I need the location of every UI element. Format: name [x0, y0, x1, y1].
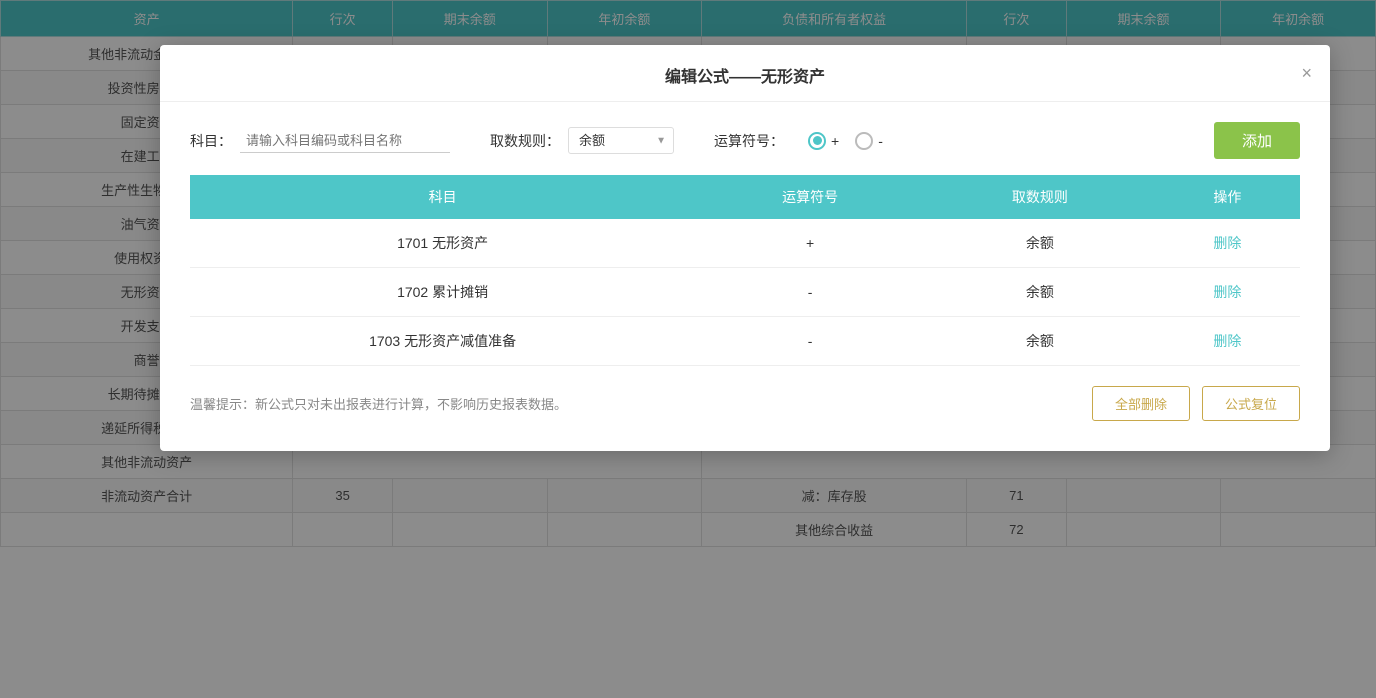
formula-table: 科目 运算符号 取数规则 操作 1701 无形资产 + 余额 删除 1702 累…: [190, 175, 1300, 366]
row1-operator: +: [695, 219, 925, 268]
row2-rule: 余额: [925, 268, 1155, 317]
rule-group: 取数规则： 余额 借方发生额 贷方发生额 借方累计 贷方累计 ▼: [490, 127, 674, 154]
add-button[interactable]: 添加: [1214, 122, 1300, 159]
col-header-action: 操作: [1155, 175, 1300, 219]
row2-action: 删除: [1155, 268, 1300, 317]
formula-table-wrap: 科目 运算符号 取数规则 操作 1701 无形资产 + 余额 删除 1702 累…: [190, 175, 1300, 366]
subject-input[interactable]: [240, 129, 450, 153]
rule-select-wrapper: 余额 借方发生额 贷方发生额 借方累计 贷方累计 ▼: [568, 127, 674, 154]
row1-action: 删除: [1155, 219, 1300, 268]
col-header-subject: 科目: [190, 175, 695, 219]
row1-subject: 1701 无形资产: [190, 219, 695, 268]
radio-minus[interactable]: -: [855, 132, 883, 150]
row1-rule: 余额: [925, 219, 1155, 268]
delete-all-button[interactable]: 全部删除: [1092, 386, 1190, 421]
subject-label: 科目：: [190, 131, 232, 151]
table-row: 1703 无形资产减值准备 - 余额 删除: [190, 317, 1300, 366]
reset-formula-button[interactable]: 公式复位: [1202, 386, 1300, 421]
row3-action: 删除: [1155, 317, 1300, 366]
row2-delete-link[interactable]: 删除: [1213, 284, 1241, 300]
operator-group: 运算符号： + -: [714, 131, 883, 151]
modal-header: 编辑公式——无形资产 ×: [160, 45, 1330, 102]
row2-operator: -: [695, 268, 925, 317]
radio-plus[interactable]: +: [808, 132, 839, 150]
modal-close-button[interactable]: ×: [1301, 64, 1312, 82]
row3-subject: 1703 无形资产减值准备: [190, 317, 695, 366]
row1-delete-link[interactable]: 删除: [1213, 235, 1241, 251]
row2-subject: 1702 累计摊销: [190, 268, 695, 317]
row3-operator: -: [695, 317, 925, 366]
table-row: 1701 无形资产 + 余额 删除: [190, 219, 1300, 268]
modal-footer: 温馨提示：新公式只对未出报表进行计算，不影响历史报表数据。 全部删除 公式复位: [160, 366, 1330, 421]
rule-select[interactable]: 余额 借方发生额 贷方发生额 借方累计 贷方累计: [568, 127, 674, 154]
modal-title: 编辑公式——无形资产: [665, 63, 825, 87]
row3-rule: 余额: [925, 317, 1155, 366]
edit-formula-modal: 编辑公式——无形资产 × 科目： 取数规则： 余额 借方发生额 贷方发生额 借方…: [160, 45, 1330, 451]
col-header-rule: 取数规则: [925, 175, 1155, 219]
table-row: 1702 累计摊销 - 余额 删除: [190, 268, 1300, 317]
radio-minus-label: -: [878, 133, 883, 149]
row3-delete-link[interactable]: 删除: [1213, 333, 1241, 349]
radio-plus-label: +: [831, 133, 839, 149]
operator-label: 运算符号：: [714, 131, 784, 151]
rule-label: 取数规则：: [490, 131, 560, 151]
radio-minus-circle[interactable]: [855, 132, 873, 150]
radio-plus-circle[interactable]: [808, 132, 826, 150]
footer-buttons: 全部删除 公式复位: [1092, 386, 1300, 421]
footer-hint: 温馨提示：新公式只对未出报表进行计算，不影响历史报表数据。: [190, 394, 567, 413]
col-header-operator: 运算符号: [695, 175, 925, 219]
form-row: 科目： 取数规则： 余额 借方发生额 贷方发生额 借方累计 贷方累计 ▼ 运算符…: [160, 102, 1330, 175]
